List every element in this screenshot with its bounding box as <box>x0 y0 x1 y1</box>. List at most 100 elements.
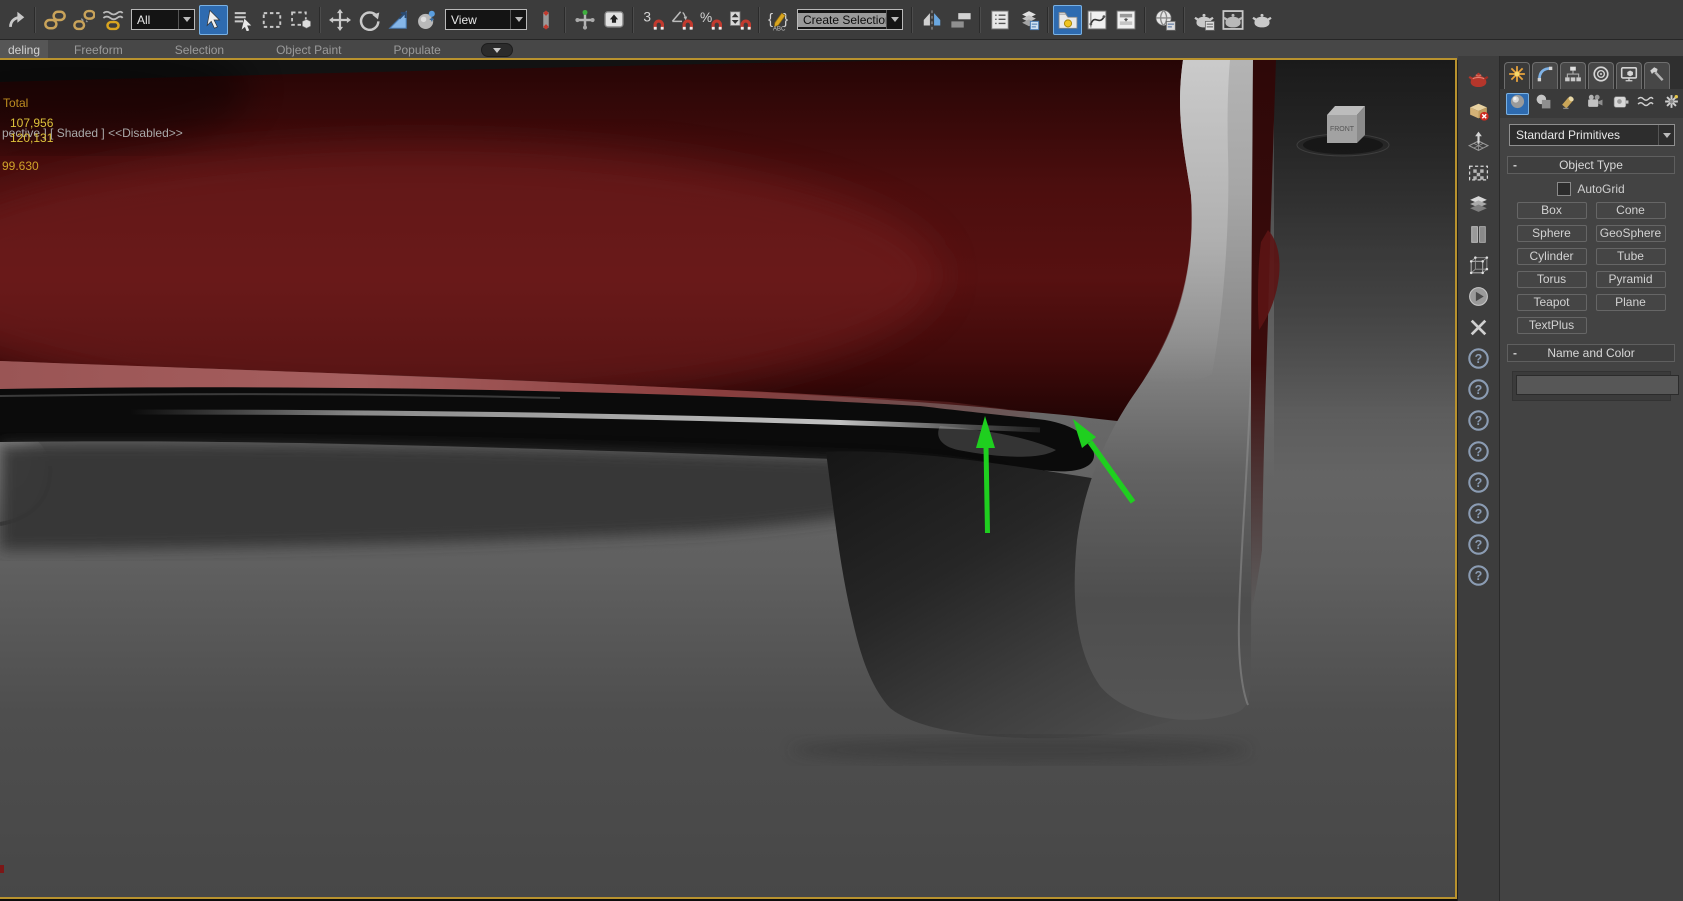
category-shapes[interactable] <box>1532 93 1555 115</box>
rendered-frame-window-button[interactable] <box>1218 5 1247 35</box>
object-type-rollout-header[interactable]: - Object Type <box>1507 156 1675 174</box>
percent-snap-toggle[interactable]: % <box>696 5 725 35</box>
teapot-script-button[interactable] <box>1466 68 1491 91</box>
category-space-warps[interactable] <box>1635 93 1658 115</box>
toggle-layer-explorer-button[interactable] <box>1014 5 1043 35</box>
spinner-snap-toggle[interactable] <box>725 5 754 35</box>
tab-display[interactable] <box>1616 62 1642 89</box>
mirror-button[interactable] <box>917 5 946 35</box>
lattice-cube-button[interactable] <box>1466 254 1491 277</box>
primitive-button-geosphere[interactable]: GeoSphere <box>1595 225 1666 242</box>
help-icon: ? <box>1467 502 1490 525</box>
snap-toggle-3d-icon: 3 <box>642 9 664 31</box>
primitive-button-sphere[interactable]: Sphere <box>1516 225 1587 242</box>
subcategory-dropdown[interactable]: Standard Primitives <box>1509 124 1675 146</box>
primitive-button-plane[interactable]: Plane <box>1595 294 1666 311</box>
window-crossing-toggle[interactable] <box>286 5 315 35</box>
category-lights[interactable] <box>1557 93 1580 115</box>
toggle-scene-explorer-button[interactable] <box>985 5 1014 35</box>
redo-button[interactable] <box>1 5 30 35</box>
select-by-name-button[interactable] <box>228 5 257 35</box>
rectangular-selection-region-button[interactable] <box>257 5 286 35</box>
tab-motion[interactable] <box>1588 62 1614 89</box>
select-and-place-button[interactable] <box>412 5 441 35</box>
layer-stack-button[interactable] <box>1466 192 1491 215</box>
autogrid-checkbox[interactable] <box>1557 182 1572 196</box>
render-production-button[interactable] <box>1247 5 1276 35</box>
category-geometry[interactable] <box>1506 92 1529 115</box>
command-panel: Standard Primitives - Object Type AutoGr… <box>1500 56 1683 901</box>
bind-to-space-warp-icon <box>102 9 124 31</box>
angle-snap-toggle[interactable] <box>667 5 696 35</box>
help-button[interactable]: ? <box>1466 471 1491 494</box>
select-object-button[interactable] <box>199 4 228 35</box>
toolbar-separator <box>1144 6 1146 33</box>
select-and-rotate-button[interactable] <box>354 5 383 35</box>
primitive-button-cylinder[interactable]: Cylinder <box>1516 248 1587 265</box>
selection-filter-dropdown[interactable]: All <box>131 9 195 30</box>
tab-modify[interactable] <box>1532 62 1558 89</box>
tab-utilities[interactable] <box>1644 62 1670 89</box>
toggle-ribbon-button[interactable] <box>1053 4 1082 35</box>
name-and-color-rollout-header[interactable]: - Name and Color <box>1507 344 1675 362</box>
ribbon-tab-object-paint[interactable]: Object Paint <box>250 40 367 60</box>
material-editor-button[interactable] <box>1150 5 1179 35</box>
help-icon: ? <box>1467 471 1490 494</box>
reference-coordinate-dropdown[interactable]: View <box>445 9 527 30</box>
viewport-scene[interactable]: FRONT <box>0 60 1455 898</box>
align-button[interactable] <box>946 5 975 35</box>
ribbon-tab-populate[interactable]: Populate <box>367 40 466 60</box>
ribbon-tab-selection[interactable]: Selection <box>149 40 250 60</box>
use-pivot-point-center-button[interactable] <box>531 5 560 35</box>
primitive-button-tube[interactable]: Tube <box>1595 248 1666 265</box>
edit-named-selection-sets-button[interactable]: {} ABC <box>764 5 793 35</box>
primitive-button-cone[interactable]: Cone <box>1595 202 1666 219</box>
help-button[interactable]: ? <box>1466 440 1491 463</box>
curve-editor-button[interactable] <box>1082 5 1111 35</box>
primitive-button-torus[interactable]: Torus <box>1516 271 1587 288</box>
close-button[interactable] <box>1466 316 1491 339</box>
select-and-manipulate-button[interactable] <box>570 5 599 35</box>
primitive-button-pyramid[interactable]: Pyramid <box>1595 271 1666 288</box>
snap-toggle-3d-button[interactable]: 3 <box>638 5 667 35</box>
primitive-button-box[interactable]: Box <box>1516 202 1587 219</box>
stat-fps: 99.630 <box>2 159 39 173</box>
help-button[interactable]: ? <box>1466 533 1491 556</box>
select-and-link-button[interactable] <box>40 5 69 35</box>
primitive-button-textplus[interactable]: TextPlus <box>1516 317 1587 334</box>
keyboard-shortcut-override-toggle[interactable] <box>599 5 628 35</box>
strip-box-delete-icon <box>1467 99 1490 122</box>
help-button[interactable]: ? <box>1466 564 1491 587</box>
help-button[interactable]: ? <box>1466 347 1491 370</box>
chevron-down-icon <box>886 10 902 29</box>
category-helpers[interactable] <box>1609 93 1632 115</box>
toggle-ribbon-icon <box>1057 9 1079 31</box>
category-cameras[interactable] <box>1583 93 1606 115</box>
tab-create[interactable] <box>1504 62 1530 89</box>
help-button[interactable]: ? <box>1466 502 1491 525</box>
category-systems[interactable] <box>1660 93 1683 115</box>
marquee-checker-button[interactable] <box>1466 161 1491 184</box>
object-name-field[interactable] <box>1516 375 1679 395</box>
ribbon-tab-freeform[interactable]: Freeform <box>48 40 149 60</box>
select-and-scale-button[interactable] <box>383 5 412 35</box>
primitive-button-teapot[interactable]: Teapot <box>1516 294 1587 311</box>
unlink-selection-button[interactable] <box>69 5 98 35</box>
collapse-icon: - <box>1513 158 1517 172</box>
help-button[interactable]: ? <box>1466 378 1491 401</box>
ribbon-tab-modeling[interactable]: deling <box>0 40 49 60</box>
named-selection-set-dropdown[interactable]: Create Selection Se <box>797 9 903 30</box>
perspective-viewport[interactable]: FRONT pective ] [ Shaded ] <<Disabled>> … <box>0 60 1455 898</box>
play-script-button[interactable] <box>1466 285 1491 308</box>
select-and-move-button[interactable] <box>325 5 354 35</box>
delete-box-button[interactable] <box>1466 99 1491 122</box>
double-panel-button[interactable] <box>1466 223 1491 246</box>
tab-hierarchy[interactable] <box>1560 62 1586 89</box>
ribbon-minimize-button[interactable] <box>480 43 513 57</box>
schematic-view-button[interactable] <box>1111 5 1140 35</box>
bind-to-space-warp-button[interactable] <box>98 5 127 35</box>
layer-explorer-icon <box>1018 9 1040 31</box>
render-setup-button[interactable] <box>1189 5 1218 35</box>
help-button[interactable]: ? <box>1466 409 1491 432</box>
autogrid-arrow-button[interactable] <box>1466 130 1491 153</box>
